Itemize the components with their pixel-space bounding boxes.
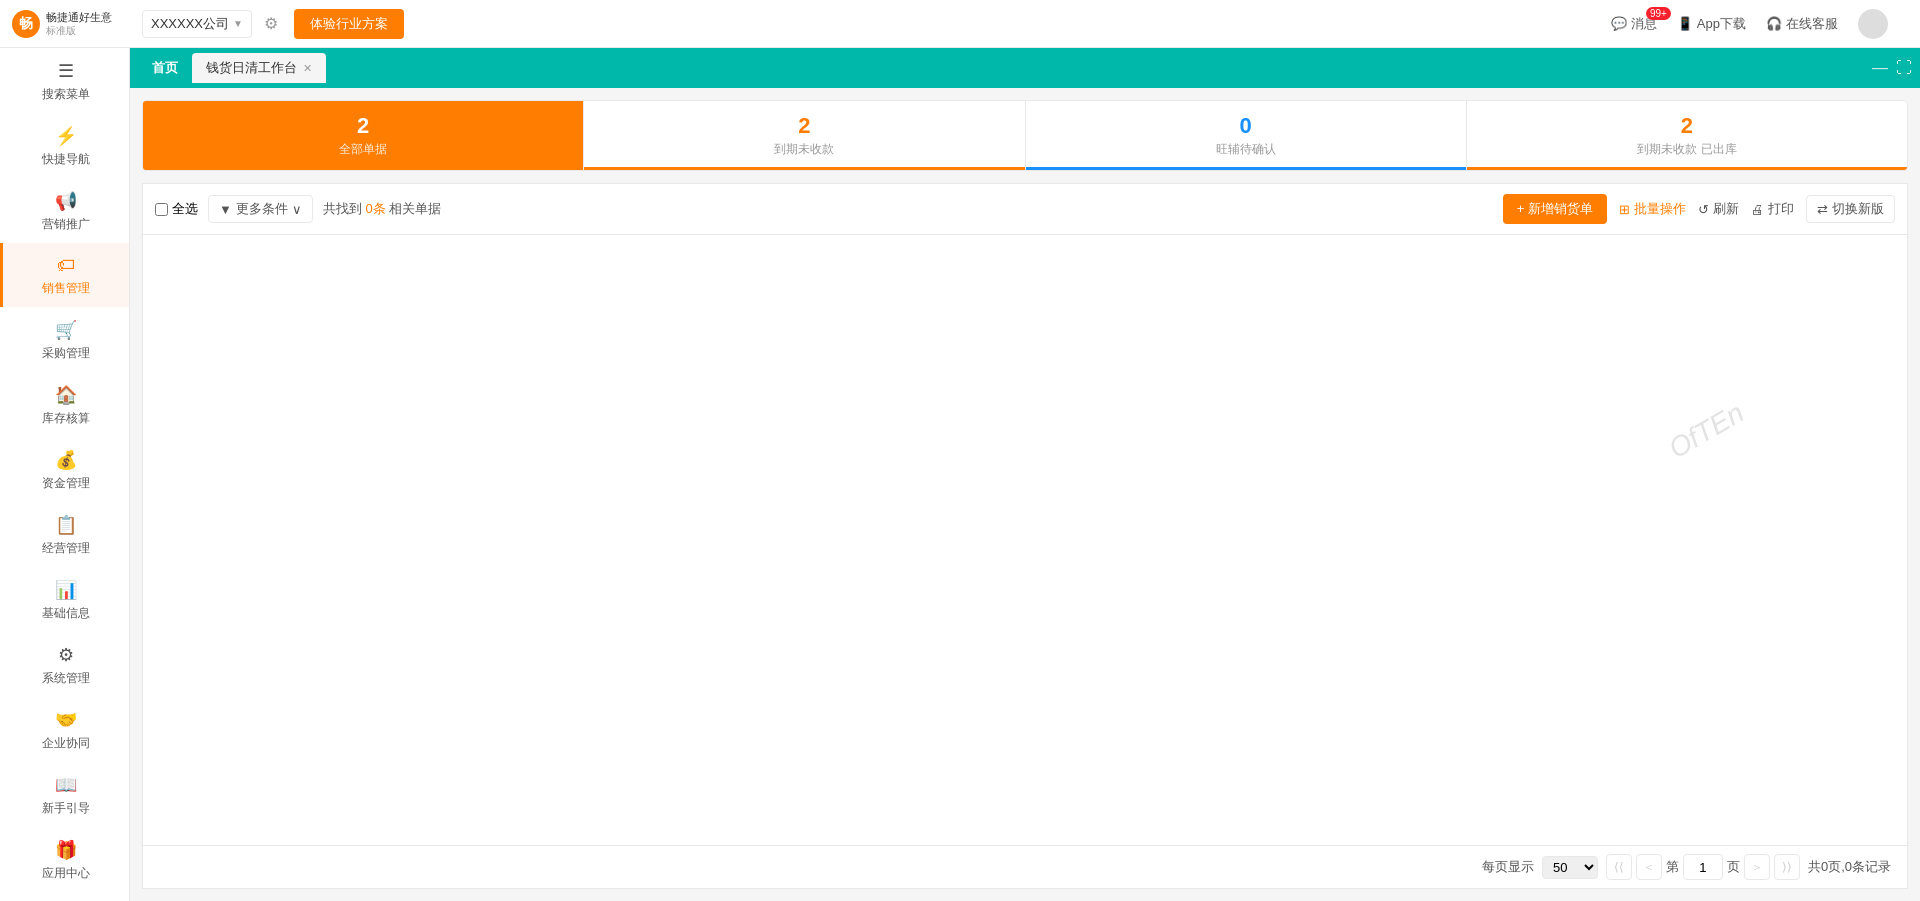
logo-area: 畅 畅捷通好生意 标准版 [12, 10, 142, 38]
found-text: 共找到 0条 相关单据 [323, 200, 441, 218]
avatar[interactable] [1858, 9, 1888, 39]
minimize-icon[interactable]: — [1872, 59, 1888, 77]
stat-tab-wangfu-pending[interactable]: 0 旺辅待确认 [1026, 101, 1467, 170]
service-icon: 🎧 [1766, 16, 1782, 31]
table-container: OfTEn [142, 234, 1908, 846]
switch-version-button[interactable]: ⇄ 切换新版 [1806, 195, 1895, 223]
found-count: 0条 [366, 201, 386, 216]
refresh-button[interactable]: ↺ 刷新 [1698, 200, 1739, 218]
tab-home[interactable]: 首页 [138, 53, 192, 83]
apps-icon: 🎁 [55, 839, 77, 861]
top-header: 畅 畅捷通好生意 标准版 XXXXXX公司 ▼ ⚙ 体验行业方案 💬 消息 99… [0, 0, 1920, 48]
page-number-input[interactable] [1683, 854, 1723, 880]
sidebar-item-operations[interactable]: 📋经营管理 [0, 502, 129, 567]
tab-bar: 首页 钱货日清工作台 ✕ — ⛶ [130, 48, 1920, 88]
system-icon: ⚙ [58, 644, 74, 666]
tab-close-icon[interactable]: ✕ [303, 62, 312, 75]
search-icon: ☰ [58, 60, 74, 82]
toolbar-left: 全选 ▼ 更多条件 ∨ 共找到 0条 相关单据 [155, 195, 441, 223]
sidebar-item-basic[interactable]: 📊基础信息 [0, 567, 129, 632]
prev-page-button[interactable]: ＜ [1636, 854, 1662, 880]
toolbar-right: + 新增销货单 ⊞ 批量操作 ↺ 刷新 🖨 打印 ⇄ [1503, 194, 1895, 224]
trial-button[interactable]: 体验行业方案 [294, 9, 404, 39]
logo-icon: 畅 [12, 10, 40, 38]
sidebar-item-finance[interactable]: 💰资金管理 [0, 437, 129, 502]
filter-button[interactable]: ▼ 更多条件 ∨ [208, 195, 313, 223]
marketing-icon: 📢 [55, 190, 77, 212]
chevron-down-icon: ∨ [292, 202, 302, 217]
stat-tab-overdue-uncollected[interactable]: 2 到期未收款 [584, 101, 1025, 170]
tab-bar-actions: — ⛶ [1872, 59, 1912, 77]
settings-icon[interactable]: ⚙ [260, 10, 282, 37]
guide-icon: 📖 [55, 774, 77, 796]
logo-text: 畅捷通好生意 标准版 [46, 10, 112, 37]
print-icon: 🖨 [1751, 202, 1764, 217]
batch-icon: ⊞ [1619, 202, 1630, 217]
page-navigation: ⟨⟨ ＜ 第 页 ＞ ⟩⟩ [1606, 854, 1800, 880]
basic-icon: 📊 [55, 579, 77, 601]
sidebar-item-purchase[interactable]: 🛒采购管理 [0, 307, 129, 372]
finance-icon: 💰 [55, 449, 77, 471]
toolbar: 全选 ▼ 更多条件 ∨ 共找到 0条 相关单据 + 新增销货单 [142, 183, 1908, 234]
download-icon: 📱 [1677, 16, 1693, 31]
sidebar-item-sales[interactable]: 🏷销售管理 [0, 243, 129, 307]
maximize-icon[interactable]: ⛶ [1896, 59, 1912, 77]
new-sale-order-button[interactable]: + 新增销货单 [1503, 194, 1607, 224]
first-page-button[interactable]: ⟨⟨ [1606, 854, 1632, 880]
select-all-input[interactable] [155, 203, 168, 216]
pagination-bar: 每页显示 50 100 200 ⟨⟨ ＜ 第 页 ＞ ⟩⟩ 共0页,0条记录 [142, 846, 1908, 889]
sidebar-item-cooperation[interactable]: 🤝企业协同 [0, 697, 129, 762]
sidebar-item-guide[interactable]: 📖新手引导 [0, 762, 129, 827]
message-badge: 99+ [1646, 7, 1671, 20]
print-button[interactable]: 🖨 打印 [1751, 200, 1794, 218]
sidebar-item-inventory[interactable]: 🏠库存核算 [0, 372, 129, 437]
sales-icon: 🏷 [57, 255, 75, 276]
select-all-checkbox[interactable]: 全选 [155, 200, 198, 218]
switch-icon: ⇄ [1817, 202, 1828, 217]
tab-workbench[interactable]: 钱货日清工作台 ✕ [192, 53, 326, 83]
message-item[interactable]: 💬 消息 99+ [1611, 15, 1657, 33]
page-size-select[interactable]: 50 100 200 [1542, 856, 1598, 879]
watermark: OfTEn [1663, 397, 1749, 465]
sidebar-item-search[interactable]: ☰搜索菜单 [0, 48, 129, 113]
online-service-item[interactable]: 🎧 在线客服 [1766, 15, 1838, 33]
purchase-icon: 🛒 [55, 319, 77, 341]
inventory-icon: 🏠 [55, 384, 77, 406]
refresh-icon: ↺ [1698, 202, 1709, 217]
sidebar-item-system[interactable]: ⚙系统管理 [0, 632, 129, 697]
header-right: 💬 消息 99+ 📱 App下载 🎧 在线客服 [1611, 9, 1908, 39]
page-content: 2 全部单据 2 到期未收款 0 旺辅待确认 2 到期未收款 已出库 [130, 88, 1920, 901]
stat-tab-all[interactable]: 2 全部单据 [143, 101, 584, 170]
stat-tab-overdue-shipped[interactable]: 2 到期未收款 已出库 [1467, 101, 1907, 170]
sidebar-item-marketing[interactable]: 📢营销推广 [0, 178, 129, 243]
stats-tabs: 2 全部单据 2 到期未收款 0 旺辅待确认 2 到期未收款 已出库 [142, 100, 1908, 171]
app-download-item[interactable]: 📱 App下载 [1677, 15, 1746, 33]
sidebar-item-apps[interactable]: 🎁应用中心 [0, 827, 129, 892]
total-records-text: 共0页,0条记录 [1808, 858, 1891, 876]
sidebar: ☰搜索菜单⚡快捷导航📢营销推广🏷销售管理🛒采购管理🏠库存核算💰资金管理📋经营管理… [0, 48, 130, 901]
quick-icon: ⚡ [55, 125, 77, 147]
cooperation-icon: 🤝 [55, 709, 77, 731]
main-layout: ☰搜索菜单⚡快捷导航📢营销推广🏷销售管理🛒采购管理🏠库存核算💰资金管理📋经营管理… [0, 48, 1920, 901]
operations-icon: 📋 [55, 514, 77, 536]
chevron-down-icon: ▼ [233, 18, 243, 29]
sidebar-item-quick[interactable]: ⚡快捷导航 [0, 113, 129, 178]
message-icon: 💬 [1611, 16, 1627, 31]
last-page-button[interactable]: ⟩⟩ [1774, 854, 1800, 880]
company-selector[interactable]: XXXXXX公司 ▼ [142, 10, 252, 38]
content-area: 首页 钱货日清工作台 ✕ — ⛶ 2 全部单据 2 到期未收款 [130, 48, 1920, 901]
sidebar-item-wechat[interactable]: 💬企业微信 [0, 892, 129, 901]
next-page-button[interactable]: ＞ [1744, 854, 1770, 880]
filter-icon: ▼ [219, 202, 232, 217]
batch-operation-button[interactable]: ⊞ 批量操作 [1619, 200, 1686, 218]
